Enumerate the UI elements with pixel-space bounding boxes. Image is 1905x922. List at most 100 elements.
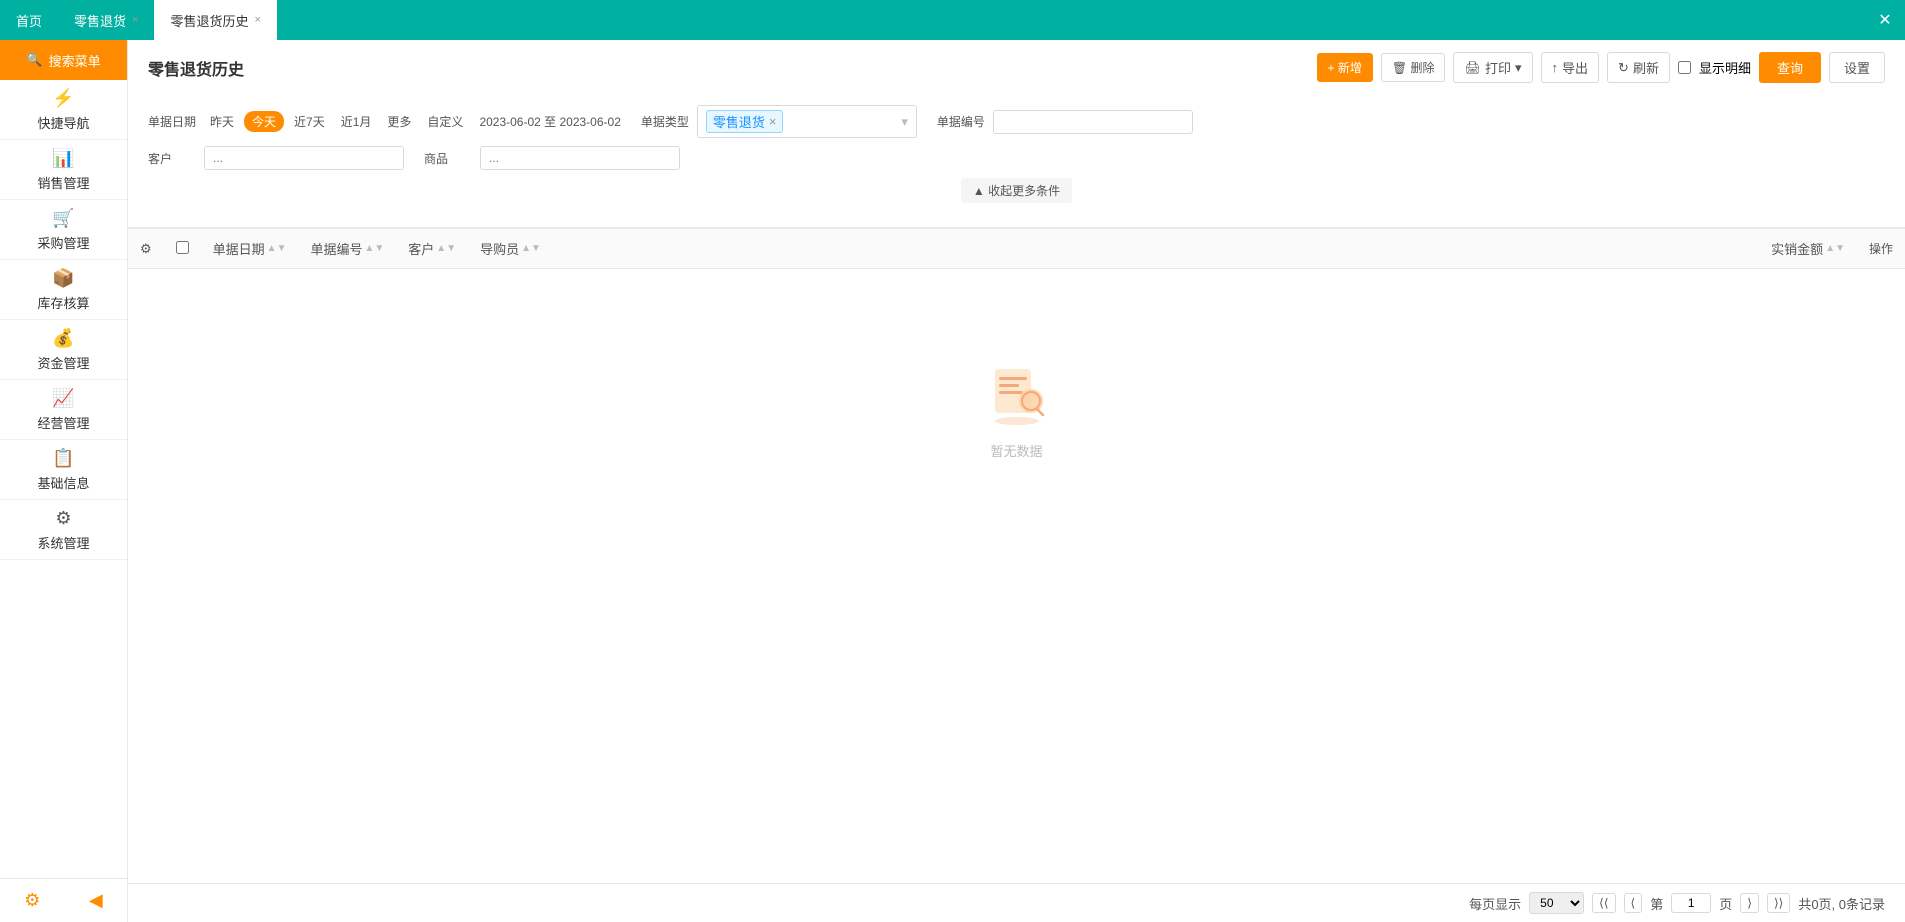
sidebar-search-label: 搜索菜单 <box>49 51 101 70</box>
page-label: 第 <box>1650 894 1663 913</box>
prev-page-button[interactable]: ⟨ <box>1624 893 1643 913</box>
query-button[interactable]: 查询 <box>1759 52 1821 83</box>
col-actual-amount: 实销金额 ▲▼ <box>1759 229 1857 269</box>
tab-home[interactable]: 首页 <box>0 0 58 40</box>
col-actual-amount-sort[interactable]: 实销金额 ▲▼ <box>1771 239 1845 258</box>
customer-input[interactable] <box>204 146 404 170</box>
date-opt-last-month[interactable]: 近1月 <box>335 111 378 132</box>
col-doc-no-sort[interactable]: 单据编号 ▲▼ <box>310 239 384 258</box>
filter-row-2: 客户 商品 <box>148 146 1885 170</box>
sidebar: 🔍 搜索菜单 ⚡快捷导航📊销售管理🛒采购管理📦库存核算💰资金管理📈经营管理📋基础… <box>0 40 128 922</box>
col-customer: 客户 ▲▼ <box>396 229 468 269</box>
doc-type-tag-text: 零售退货 <box>713 112 765 131</box>
col-checkbox <box>164 229 201 269</box>
export-button[interactable]: ↑ 导出 <box>1541 52 1600 83</box>
sidebar-search-button[interactable]: 🔍 搜索菜单 <box>0 40 127 80</box>
search-icon: 🔍 <box>26 52 42 68</box>
tab-close-retail-return-history[interactable]: × <box>254 14 260 26</box>
doc-type-tag-close[interactable]: × <box>769 114 777 129</box>
refresh-label: 刷新 <box>1633 58 1659 77</box>
customer-filter: 客户 <box>148 146 404 170</box>
show-detail-checkbox-label[interactable]: 显示明细 <box>1678 58 1751 77</box>
page-title: 零售退货历史 <box>148 56 244 80</box>
col-guide: 导购员 ▲▼ <box>468 229 553 269</box>
delete-button[interactable]: 🗑 删除 <box>1381 53 1446 82</box>
sidebar-item-label-finance: 资金管理 <box>37 353 89 372</box>
toolbar: + 新增 🗑 删除 🖨 打印 ▾ ↑ 导出 ↻ 刷新 <box>1317 52 1885 83</box>
table-header-row: ⚙ 单据日期 ▲▼ 单据编号 <box>128 229 1905 269</box>
sidebar-item-system[interactable]: ⚙系统管理 <box>0 500 127 560</box>
table-settings-icon[interactable]: ⚙ <box>140 241 152 256</box>
window-close-button[interactable]: ✕ <box>1865 0 1905 40</box>
empty-row: 暂无数据 <box>128 269 1905 541</box>
sidebar-item-sales[interactable]: 📊销售管理 <box>0 140 127 200</box>
page-number-input[interactable] <box>1671 893 1711 913</box>
date-opt-custom[interactable]: 自定义 <box>421 111 469 132</box>
col-doc-date-sort[interactable]: 单据日期 ▲▼ <box>213 239 287 258</box>
setting-button[interactable]: 设置 <box>1829 52 1885 83</box>
sidebar-item-quick-nav[interactable]: ⚡快捷导航 <box>0 80 127 140</box>
print-label: 打印 <box>1485 58 1511 77</box>
date-filter: 单据日期 昨天 今天 近7天 近1月 更多 自定义 2023-06-02 至 2… <box>148 111 621 132</box>
col-guide-sort[interactable]: 导购员 ▲▼ <box>480 239 541 258</box>
sidebar-item-label-system: 系统管理 <box>37 533 89 552</box>
sidebar-item-inventory[interactable]: 📦库存核算 <box>0 260 127 320</box>
sidebar-item-purchase[interactable]: 🛒采购管理 <box>0 200 127 260</box>
col-customer-sort[interactable]: 客户 ▲▼ <box>408 239 456 258</box>
inventory-icon: 📦 <box>52 268 74 289</box>
doc-type-filter: 单据类型 零售退货 × ▾ <box>641 105 917 138</box>
doc-type-label: 单据类型 <box>641 113 691 130</box>
col-action: 操作 <box>1857 229 1905 269</box>
refresh-button[interactable]: ↻ 刷新 <box>1607 52 1670 83</box>
table-body: 暂无数据 <box>128 269 1905 541</box>
export-label: 导出 <box>1562 58 1588 77</box>
page-size-label: 每页显示 <box>1469 894 1521 913</box>
date-opt-last7[interactable]: 近7天 <box>288 111 331 132</box>
date-options: 昨天 今天 近7天 近1月 更多 自定义 <box>204 111 469 132</box>
date-opt-more[interactable]: 更多 <box>381 111 417 132</box>
filter-area: 单据日期 昨天 今天 近7天 近1月 更多 自定义 2023-06-02 至 2… <box>148 95 1885 227</box>
goods-input[interactable] <box>480 146 680 170</box>
sidebar-collapse-button[interactable]: ◀ <box>89 890 103 911</box>
doc-no-sort-icon: ▲▼ <box>364 244 384 254</box>
select-all-checkbox[interactable] <box>176 241 189 254</box>
doc-no-input[interactable] <box>993 110 1193 134</box>
goods-label: 商品 <box>424 150 474 167</box>
date-range-display: 2023-06-02 至 2023-06-02 <box>479 113 620 130</box>
sidebar-item-basic-info[interactable]: 📋基础信息 <box>0 440 127 500</box>
date-opt-today[interactable]: 今天 <box>244 111 284 132</box>
date-filter-label: 单据日期 <box>148 113 198 130</box>
table-container: ⚙ 单据日期 ▲▼ 单据编号 <box>128 228 1905 883</box>
last-page-button[interactable]: ⟩⟩ <box>1767 893 1790 913</box>
tab-retail-return-history[interactable]: 零售退货历史× <box>154 0 276 40</box>
sidebar-item-label-purchase: 采购管理 <box>37 233 89 252</box>
amount-sort-icon: ▲▼ <box>1825 244 1845 254</box>
doc-date-sort-icon: ▲▼ <box>267 244 287 254</box>
sidebar-settings-button[interactable]: ⚙ <box>24 890 40 911</box>
collapse-button[interactable]: ▲ 收起更多条件 <box>961 178 1072 203</box>
empty-state: 暂无数据 <box>128 269 1905 540</box>
quick-nav-icon: ⚡ <box>52 88 74 109</box>
date-opt-yesterday[interactable]: 昨天 <box>204 111 240 132</box>
tab-close-retail-return[interactable]: × <box>132 14 138 26</box>
new-button[interactable]: + 新增 <box>1317 53 1373 82</box>
next-page-button[interactable]: ⟩ <box>1740 893 1759 913</box>
total-label: 共0页, 0条记录 <box>1798 894 1885 913</box>
customer-label: 客户 <box>148 150 198 167</box>
page-title-row: 零售退货历史 + 新增 🗑 删除 🖨 打印 ▾ ↑ 导出 ↻ <box>148 52 1885 83</box>
show-detail-checkbox[interactable] <box>1678 61 1691 74</box>
sidebar-item-operations[interactable]: 📈经营管理 <box>0 380 127 440</box>
sidebar-item-finance[interactable]: 💰资金管理 <box>0 320 127 380</box>
print-chevron-icon: ▾ <box>1515 60 1522 76</box>
print-icon: 🖨 <box>1464 60 1481 76</box>
doc-type-select[interactable]: 零售退货 × ▾ <box>697 105 917 138</box>
page-size-select[interactable]: 50 10 20 100 <box>1529 892 1584 914</box>
sidebar-item-label-operations: 经营管理 <box>37 413 89 432</box>
sidebar-item-label-basic-info: 基础信息 <box>37 473 89 492</box>
empty-state-label: 暂无数据 <box>990 441 1042 460</box>
main-layout: 🔍 搜索菜单 ⚡快捷导航📊销售管理🛒采购管理📦库存核算💰资金管理📈经营管理📋基础… <box>0 40 1905 922</box>
col-settings: ⚙ <box>128 229 164 269</box>
print-button[interactable]: 🖨 打印 ▾ <box>1453 52 1532 83</box>
first-page-button[interactable]: ⟨⟨ <box>1592 893 1615 913</box>
tab-retail-return[interactable]: 零售退货× <box>58 0 154 40</box>
